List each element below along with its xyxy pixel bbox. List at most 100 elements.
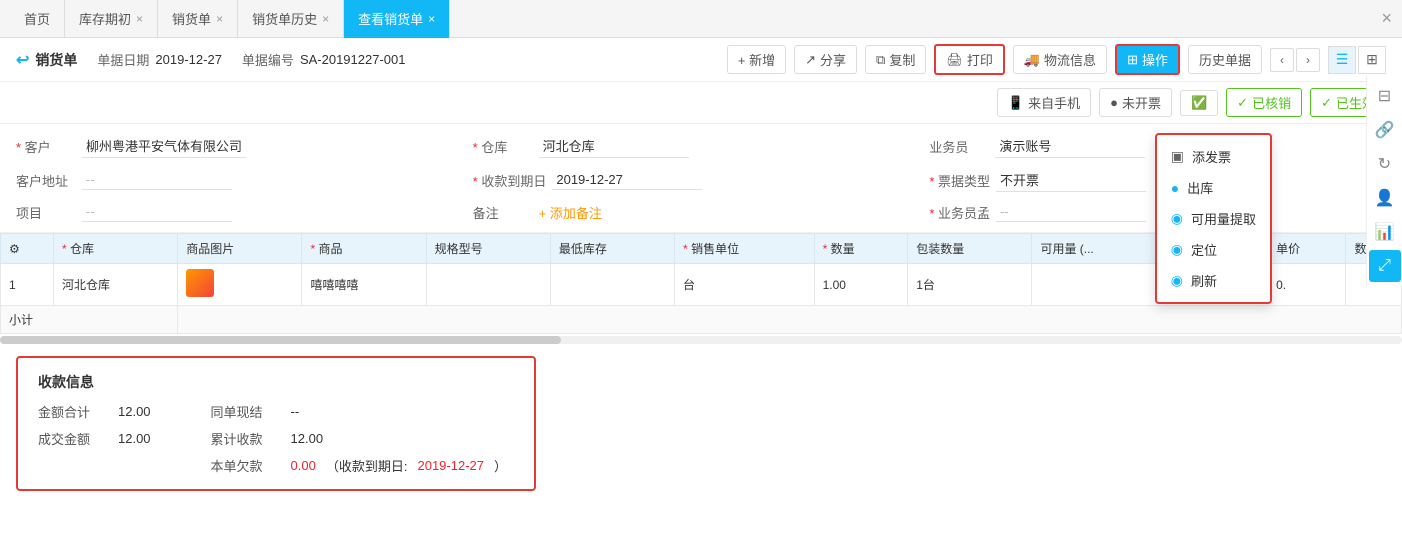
payment-date-label: 收款到期日 bbox=[473, 171, 547, 190]
tab-sales[interactable]: 销货单 × bbox=[158, 0, 238, 38]
ticket-type-label: 票据类型 bbox=[929, 171, 990, 190]
cumulative-label: 累计收款 bbox=[211, 429, 281, 448]
col-available: 可用量 (... bbox=[1032, 234, 1166, 264]
horizontal-scrollbar[interactable] bbox=[0, 336, 1402, 344]
history-button[interactable]: 历史单据 bbox=[1188, 45, 1262, 74]
view-toggle: ☰ ⊞ bbox=[1328, 46, 1386, 74]
nav-arrows: ‹ › bbox=[1270, 48, 1320, 72]
operate-icon: ⊞ bbox=[1127, 52, 1138, 68]
same-order-label: 同单现结 bbox=[211, 402, 281, 421]
ticket-type-value[interactable]: 不开票 bbox=[996, 168, 1146, 192]
tab-history-label: 销货单历史 bbox=[252, 9, 317, 28]
due-date-value: 2019-12-27 bbox=[417, 458, 484, 473]
sidebar-expand-icon[interactable]: ⤢ bbox=[1369, 250, 1401, 282]
copy-icon: ⧉ bbox=[876, 52, 885, 68]
grid-view-button[interactable]: ⊞ bbox=[1358, 46, 1386, 74]
col-image: 商品图片 bbox=[178, 234, 302, 264]
owed-row: 本单欠款 0.00 （收款到期日: 2019-12-27 ） bbox=[211, 456, 507, 475]
transaction-row: 成交金额 12.00 bbox=[38, 429, 151, 448]
add-invoice-item[interactable]: ▣ 添发票 bbox=[1157, 141, 1270, 172]
col-sales-unit: 销售单位 bbox=[675, 234, 815, 264]
cell-image bbox=[178, 264, 302, 306]
sold-button[interactable]: ✓ 已核销 bbox=[1226, 88, 1302, 117]
col-spec: 规格型号 bbox=[426, 234, 550, 264]
not-opened-label: 未开票 bbox=[1122, 93, 1161, 112]
share-icon: ↗ bbox=[805, 52, 816, 68]
project-field: 项目 -- bbox=[16, 202, 473, 222]
confirm-button[interactable]: ✅ bbox=[1180, 90, 1218, 116]
tab-inventory-close[interactable]: × bbox=[136, 12, 143, 26]
share-button[interactable]: ↗ 分享 bbox=[794, 45, 857, 74]
refresh-icon: ◉ bbox=[1171, 272, 1183, 289]
add-note-button[interactable]: 添加备注 bbox=[539, 203, 602, 222]
print-button[interactable]: 🖨 打印 bbox=[934, 44, 1005, 75]
tab-home-label: 首页 bbox=[24, 9, 50, 28]
tab-history[interactable]: 销货单历史 × bbox=[238, 0, 344, 38]
payment-date-field: 收款到期日 2019-12-27 bbox=[473, 170, 930, 190]
cell-quantity: 1.00 bbox=[814, 264, 908, 306]
sidebar-refresh-icon[interactable]: ↻ bbox=[1369, 148, 1401, 180]
tab-view-sales[interactable]: 查看销货单 × bbox=[344, 0, 450, 38]
bottom-section: 收款信息 金额合计 12.00 成交金额 12.00 同单现结 -- bbox=[0, 346, 1402, 501]
doc-date-label: 单据日期 bbox=[97, 50, 149, 69]
sidebar-copy-icon[interactable]: ⊟ bbox=[1369, 80, 1401, 112]
available-qty-label: 可用量提取 bbox=[1191, 209, 1256, 228]
doc-number-value: SA-20191227-001 bbox=[300, 52, 406, 67]
refresh-item[interactable]: ◉ 刷新 bbox=[1157, 265, 1270, 296]
tab-inventory[interactable]: 库存期初 × bbox=[65, 0, 158, 38]
customer-field: 客户 柳州粤港平安气体有限公司 bbox=[16, 134, 473, 158]
payment-col-right: 同单现结 -- 累计收款 12.00 本单欠款 0.00 （收款到期日: 201… bbox=[211, 402, 507, 475]
available-qty-item[interactable]: ◉ 可用量提取 bbox=[1157, 203, 1270, 234]
new-button[interactable]: + 新增 bbox=[727, 45, 786, 74]
operate-button[interactable]: ⊞ 操作 bbox=[1115, 44, 1180, 75]
address-value[interactable]: -- bbox=[82, 170, 232, 190]
action-row: 📱 来自手机 ● 未开票 ✅ ✓ 已核销 ✓ 已生效 bbox=[0, 82, 1402, 124]
main-content: ↩ 销货单 单据日期 2019-12-27 单据编号 SA-20191227-0… bbox=[0, 38, 1402, 533]
next-button[interactable]: › bbox=[1296, 48, 1320, 72]
due-date-text: （收款到期日: bbox=[326, 456, 408, 475]
doc-date-value: 2019-12-27 bbox=[155, 52, 222, 67]
tab-sales-close[interactable]: × bbox=[216, 12, 223, 26]
not-opened-button[interactable]: ● 未开票 bbox=[1099, 88, 1172, 117]
print-button-label: 打印 bbox=[967, 50, 993, 69]
operate-button-label: 操作 bbox=[1142, 50, 1168, 69]
col-settings[interactable]: ⚙ bbox=[1, 234, 54, 264]
effective-check-icon: ✓ bbox=[1321, 95, 1332, 111]
sales-staff-value[interactable]: -- bbox=[996, 202, 1146, 222]
sidebar-chart-icon[interactable]: 📊 bbox=[1369, 216, 1401, 248]
logistics-button[interactable]: 🚚 物流信息 bbox=[1013, 45, 1107, 74]
locate-item[interactable]: ◉ 定位 bbox=[1157, 234, 1270, 265]
doc-header-left: ↩ 销货单 单据日期 2019-12-27 单据编号 SA-20191227-0… bbox=[16, 50, 405, 70]
staff-value[interactable]: 演示账号 bbox=[995, 134, 1145, 158]
outbound-icon: ● bbox=[1171, 180, 1179, 196]
warehouse-value[interactable]: 河北仓库 bbox=[539, 134, 689, 158]
sidebar-link-icon[interactable]: 🔗 bbox=[1369, 114, 1401, 146]
same-order-row: 同单现结 -- bbox=[211, 402, 507, 421]
sidebar-user-icon[interactable]: 👤 bbox=[1369, 182, 1401, 214]
outbound-label: 出库 bbox=[1187, 178, 1213, 197]
tab-bar: 首页 库存期初 × 销货单 × 销货单历史 × 查看销货单 × × bbox=[0, 0, 1402, 38]
subtotal-cells bbox=[178, 306, 1402, 334]
tab-view-sales-close[interactable]: × bbox=[428, 12, 435, 26]
prev-button[interactable]: ‹ bbox=[1270, 48, 1294, 72]
from-phone-button[interactable]: 📱 来自手机 bbox=[997, 88, 1091, 117]
tab-history-close[interactable]: × bbox=[322, 12, 329, 26]
tab-home[interactable]: 首页 bbox=[10, 0, 65, 38]
refresh-label: 刷新 bbox=[1191, 271, 1217, 290]
tab-view-sales-label: 查看销货单 bbox=[358, 9, 423, 28]
list-view-button[interactable]: ☰ bbox=[1328, 46, 1356, 74]
copy-button-label: 复制 bbox=[889, 50, 915, 69]
share-button-label: 分享 bbox=[820, 50, 846, 69]
payment-date-value[interactable]: 2019-12-27 bbox=[552, 170, 702, 190]
copy-button[interactable]: ⧉ 复制 bbox=[865, 45, 926, 74]
window-close-button[interactable]: × bbox=[1381, 8, 1392, 29]
doc-header-row: ↩ 销货单 单据日期 2019-12-27 单据编号 SA-20191227-0… bbox=[0, 38, 1402, 82]
cell-min-stock bbox=[550, 264, 674, 306]
tab-sales-label: 销货单 bbox=[172, 9, 211, 28]
project-value[interactable]: -- bbox=[82, 202, 232, 222]
cell-unit: 台 bbox=[675, 264, 815, 306]
outbound-item[interactable]: ● 出库 bbox=[1157, 172, 1270, 203]
customer-value[interactable]: 柳州粤港平安气体有限公司 bbox=[82, 134, 246, 158]
col-min-stock: 最低库存 bbox=[550, 234, 674, 264]
cell-product: 嘻嘻嘻嘻 bbox=[302, 264, 426, 306]
